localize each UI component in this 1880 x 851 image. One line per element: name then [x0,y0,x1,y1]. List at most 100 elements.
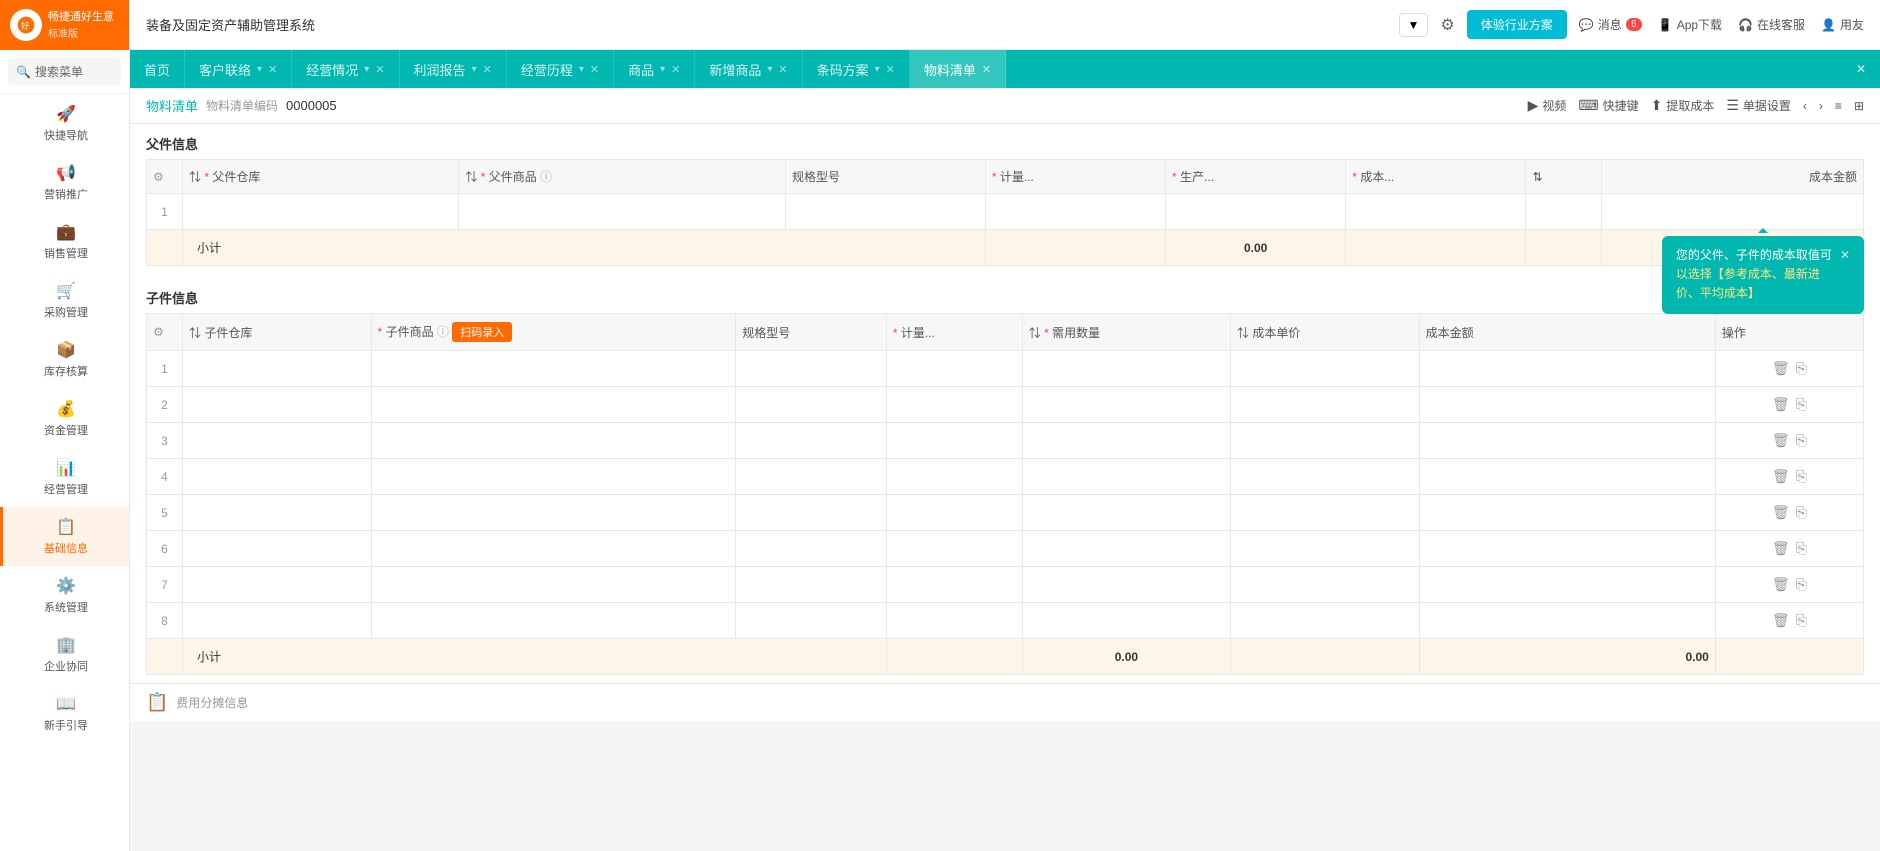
tab-barcode-close[interactable]: ✕ [886,63,895,76]
parent-row1-produce[interactable] [1166,194,1346,230]
child-row6-unit-cost[interactable] [1231,531,1420,567]
sidebar-item-inventory[interactable]: 📦 库存核算 [0,330,129,389]
delete-icon[interactable]: 🗑 [1772,504,1790,521]
sort-icon2[interactable]: ⇅ [465,170,477,184]
tab-operation-close[interactable]: ✕ [375,63,384,76]
child-row5-product[interactable] [371,495,736,531]
child-row8-unit-cost[interactable] [1231,603,1420,639]
tab-customer[interactable]: 客户联络 ▾ ✕ [185,50,292,88]
parent-row1-product[interactable] [459,194,786,230]
child-row7-qty[interactable] [1022,567,1230,603]
child-row1-warehouse[interactable] [183,351,372,387]
child-row2-warehouse[interactable] [183,387,372,423]
tooltip-close-button[interactable]: ✕ [1840,246,1850,265]
child-row4-warehouse[interactable] [183,459,372,495]
tab-bom[interactable]: 物料清单 ✕ [910,50,1006,88]
delete-icon[interactable]: 🗑 [1772,468,1790,485]
parent-col-settings[interactable]: ⚙ [147,160,183,194]
sidebar-item-sales[interactable]: 💼 销售管理 [0,212,129,271]
video-action[interactable]: ▶ 视频 [1528,97,1567,114]
sidebar-item-system[interactable]: ⚙️ 系统管理 [0,566,129,625]
sidebar-item-operation[interactable]: 📊 经营管理 [0,448,129,507]
tab-barcode[interactable]: 条码方案 ▾ ✕ [803,50,910,88]
copy-icon[interactable]: ⎘ [1796,576,1807,593]
app-download-action[interactable]: 📱 App下载 [1658,16,1722,33]
child-row1-spec[interactable] [736,351,887,387]
parent-row1-warehouse[interactable] [183,194,459,230]
child-row2-unit-cost[interactable] [1231,387,1420,423]
tab-history-close[interactable]: ✕ [590,63,599,76]
child-row8-spec[interactable] [736,603,887,639]
delete-icon[interactable]: 🗑 [1772,396,1790,413]
child-row8-warehouse[interactable] [183,603,372,639]
child-row5-unit-cost[interactable] [1231,495,1420,531]
child-col-config-icon[interactable]: ⚙ [153,325,164,339]
grid-view-action[interactable]: ⊞ [1854,99,1864,113]
copy-icon[interactable]: ⎘ [1796,360,1807,377]
child-row4-spec[interactable] [736,459,887,495]
child-row2-product[interactable] [371,387,736,423]
child-sort-icon2[interactable]: ⇅ [1029,326,1041,340]
sidebar-search[interactable]: 🔍 搜索菜单 [0,50,129,94]
delete-icon[interactable]: 🗑 [1772,432,1790,449]
search-menu-button[interactable]: 🔍 搜索菜单 [8,58,121,85]
tab-new-product[interactable]: 新增商品 ▾ ✕ [695,50,802,88]
breadcrumb-parent[interactable]: 物料清单 [146,96,198,115]
child-row6-spec[interactable] [736,531,887,567]
tab-home[interactable]: 首页 [130,50,185,88]
child-row4-qty[interactable] [1022,459,1230,495]
child-row7-product[interactable] [371,567,736,603]
system-dropdown[interactable]: ▼ [1399,13,1429,37]
child-row3-qty[interactable] [1022,423,1230,459]
settings-icon[interactable]: ⚙ [1440,15,1454,35]
extract-cost-action[interactable]: ⬆ 提取成本 [1651,97,1715,114]
child-row8-unit[interactable] [886,603,1022,639]
copy-icon[interactable]: ⎘ [1796,612,1807,629]
tab-profit-close[interactable]: ✕ [483,63,492,76]
nav-next[interactable]: › [1819,99,1823,113]
child-row7-spec[interactable] [736,567,887,603]
sidebar-item-marketing[interactable]: 📢 营销推广 [0,153,129,212]
child-row3-unit[interactable] [886,423,1022,459]
child-row6-qty[interactable] [1022,531,1230,567]
copy-icon[interactable]: ⎘ [1796,468,1807,485]
child-row1-product[interactable] [371,351,736,387]
child-row2-spec[interactable] [736,387,887,423]
parent-row1-cost[interactable] [1346,194,1526,230]
sidebar-item-purchase[interactable]: 🛒 采购管理 [0,271,129,330]
list-view-action[interactable]: ≡ [1835,99,1842,113]
child-row1-unit[interactable] [886,351,1022,387]
copy-icon[interactable]: ⎘ [1796,396,1807,413]
child-row5-unit[interactable] [886,495,1022,531]
sidebar-item-quicknav[interactable]: 🚀 快捷导航 [0,94,129,153]
tab-history[interactable]: 经营历程 ▾ ✕ [507,50,614,88]
child-row1-qty[interactable] [1022,351,1230,387]
scan-button[interactable]: 扫码录入 [452,322,512,342]
sidebar-item-enterprise[interactable]: 🏢 企业协同 [0,625,129,684]
delete-icon[interactable]: 🗑 [1772,576,1790,593]
sidebar-item-finance[interactable]: 💰 资金管理 [0,389,129,448]
child-row5-qty[interactable] [1022,495,1230,531]
child-row5-spec[interactable] [736,495,887,531]
copy-icon[interactable]: ⎘ [1796,432,1807,449]
child-row7-unit[interactable] [886,567,1022,603]
online-service-action[interactable]: 🎧 在线客服 [1738,16,1805,33]
child-row7-warehouse[interactable] [183,567,372,603]
child-row7-unit-cost[interactable] [1231,567,1420,603]
user-action[interactable]: 👤 用友 [1821,16,1864,33]
child-row8-product[interactable] [371,603,736,639]
tab-product[interactable]: 商品 ▾ ✕ [614,50,695,88]
child-row4-unit[interactable] [886,459,1022,495]
sidebar-item-basic[interactable]: 📋 基础信息 [0,507,129,566]
tab-customer-close[interactable]: ✕ [268,63,277,76]
child-row1-unit-cost[interactable] [1231,351,1420,387]
child-row3-warehouse[interactable] [183,423,372,459]
tab-bom-close[interactable]: ✕ [982,63,991,76]
child-row2-unit[interactable] [886,387,1022,423]
child-row3-spec[interactable] [736,423,887,459]
child-row6-product[interactable] [371,531,736,567]
child-row3-unit-cost[interactable] [1231,423,1420,459]
child-row6-warehouse[interactable] [183,531,372,567]
copy-icon[interactable]: ⎘ [1796,504,1807,521]
copy-icon[interactable]: ⎘ [1796,540,1807,557]
